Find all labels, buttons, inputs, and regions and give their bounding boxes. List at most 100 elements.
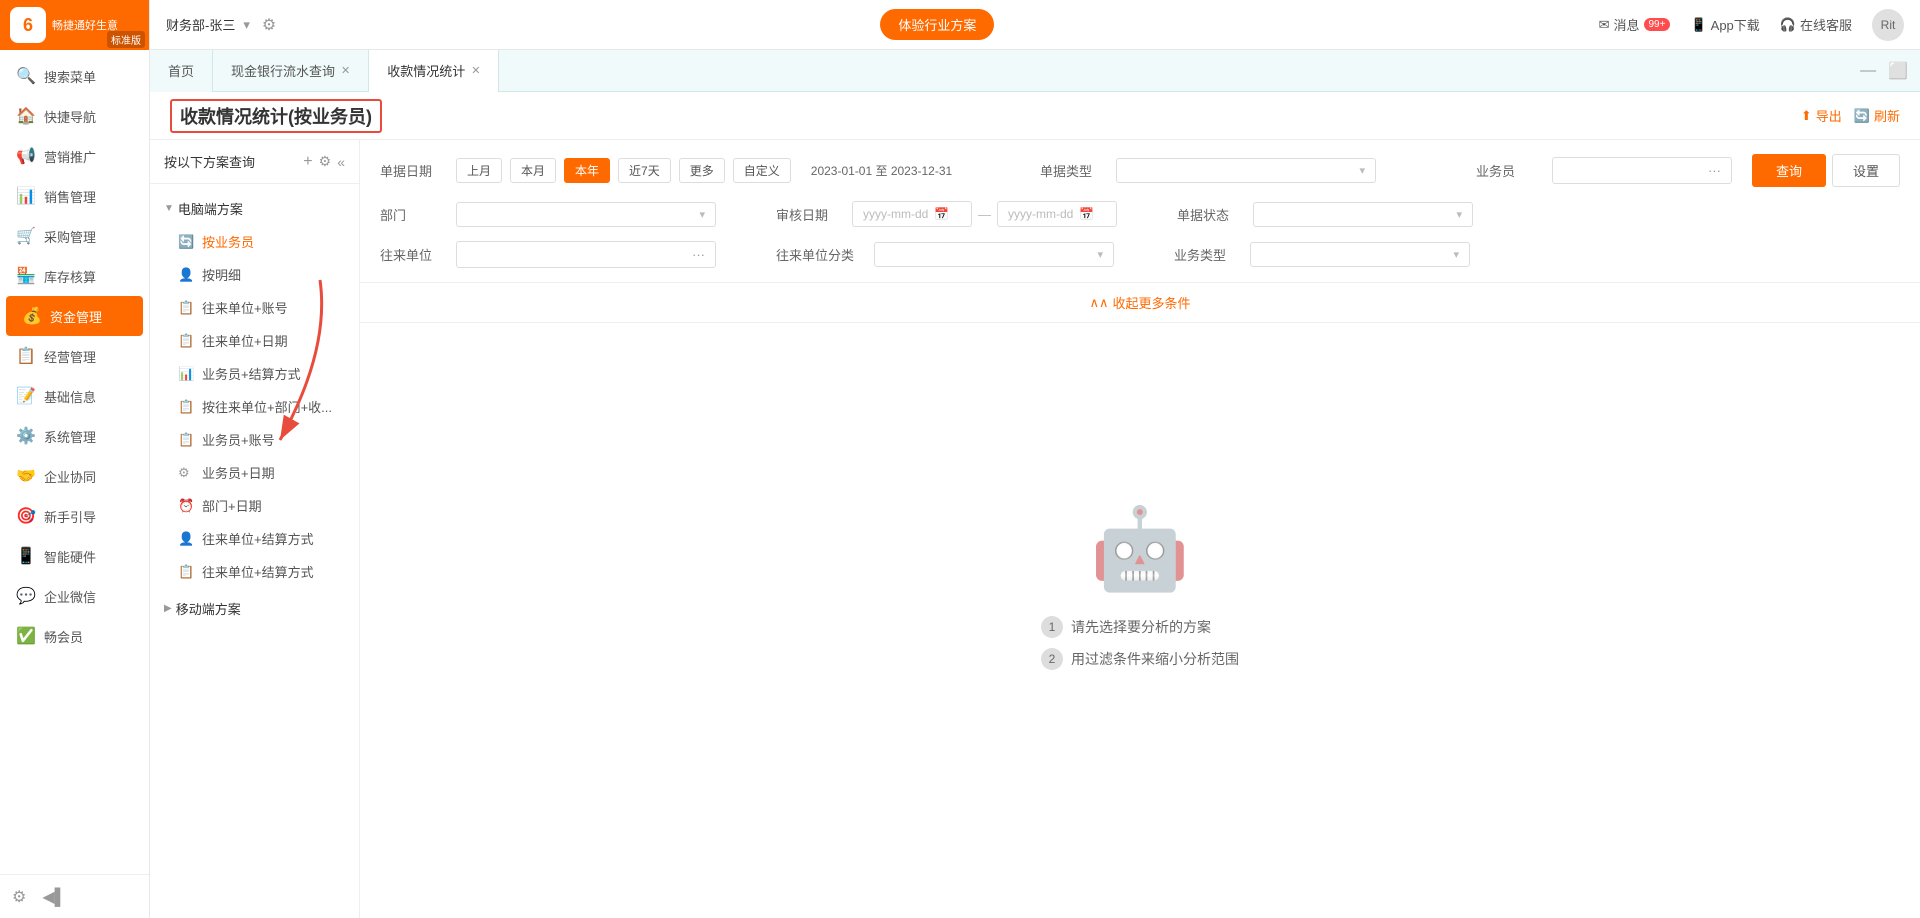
tree-item-icon-unit-account: 📋 <box>178 300 196 316</box>
tree-item-by-salesperson[interactable]: 🔄 按业务员 <box>150 225 359 258</box>
sidebar-item-member[interactable]: ✅ 畅会员 <box>0 616 149 656</box>
online-service-button[interactable]: 🎧 在线客服 <box>1780 15 1852 34</box>
salesperson-dots-icon[interactable]: ··· <box>1708 163 1721 178</box>
tree-item-by-detail[interactable]: 👤 按明细 <box>150 258 359 291</box>
bill-status-select[interactable]: ▾ <box>1253 202 1473 227</box>
tree-item-icon-sp-date: ⚙ <box>178 465 196 481</box>
review-date-end[interactable]: yyyy-mm-dd 📅 <box>997 201 1117 227</box>
bill-type-select[interactable]: ▾ <box>1116 158 1376 183</box>
tree-item-unit-account[interactable]: 📋 往来单位+账号 <box>150 291 359 324</box>
window-minimize-icon[interactable]: — <box>1860 62 1876 80</box>
add-scheme-icon[interactable]: + <box>303 153 312 171</box>
unit-select[interactable]: ··· <box>456 241 716 268</box>
date-field-label: 单据日期 <box>380 161 436 180</box>
tree-item-dept-date[interactable]: ⏰ 部门+日期 <box>150 489 359 522</box>
tree-item-label: 往来单位+日期 <box>202 331 288 350</box>
export-button[interactable]: ⬆ 导出 <box>1801 106 1842 125</box>
export-icon: ⬆ <box>1801 108 1812 124</box>
content-area: 按以下方案查询 + ⚙ « ▼ 电脑端方案 🔄 按业务员 👤 <box>150 140 1920 918</box>
sidebar-item-basic[interactable]: 📝 基础信息 <box>0 376 149 416</box>
tree-mobile[interactable]: ▶ 移动端方案 <box>150 592 359 625</box>
sidebar-item-guide[interactable]: 🎯 新手引导 <box>0 496 149 536</box>
sidebar-item-finance[interactable]: 💰 资金管理 <box>6 296 143 336</box>
panel-collapse-icon[interactable]: « <box>337 154 345 170</box>
sidebar-item-quicknav[interactable]: 🏠 快捷导航 <box>0 96 149 136</box>
tab-home[interactable]: 首页 <box>150 50 213 92</box>
page-title: 收款情况统计(按业务员) <box>170 99 382 133</box>
tab-bank-close-icon[interactable]: ✕ <box>341 64 350 77</box>
filter-settings-button[interactable]: 设置 <box>1832 154 1900 187</box>
bill-type-label: 单据类型 <box>1040 161 1096 180</box>
sidebar-item-operations[interactable]: 📋 经营管理 <box>0 336 149 376</box>
sidebar-item-hardware[interactable]: 📱 智能硬件 <box>0 536 149 576</box>
workspace-chevron-icon[interactable]: ▾ <box>243 17 250 33</box>
service-icon: 🎧 <box>1780 17 1796 33</box>
date-btn-more[interactable]: 更多 <box>679 158 725 183</box>
scheme-settings-icon[interactable]: ⚙ <box>319 153 332 170</box>
sidebar-item-purchase[interactable]: 🛒 采购管理 <box>0 216 149 256</box>
collapse-bar[interactable]: ∧∧ 收起更多条件 <box>360 283 1920 323</box>
tab-collect[interactable]: 收款情况统计 ✕ <box>369 50 499 92</box>
sidebar-settings-icon[interactable]: ⚙ <box>12 887 26 907</box>
date-btn-custom[interactable]: 自定义 <box>733 158 791 183</box>
bill-status-label: 单据状态 <box>1177 205 1233 224</box>
sidebar-item-enterprise[interactable]: 🤝 企业协同 <box>0 456 149 496</box>
sidebar-item-search[interactable]: 🔍 搜索菜单 <box>0 56 149 96</box>
sidebar-item-marketing[interactable]: 📢 营销推广 <box>0 136 149 176</box>
refresh-button[interactable]: 🔄 刷新 <box>1854 106 1900 125</box>
tree-item-label: 业务员+账号 <box>202 430 275 449</box>
message-button[interactable]: ✉ 消息 99+ <box>1599 15 1671 34</box>
tab-collect-close-icon[interactable]: ✕ <box>471 64 480 77</box>
empty-step-2: 2 用过滤条件来缩小分析范围 <box>1041 648 1239 670</box>
tab-bank[interactable]: 现金银行流水查询 ✕ <box>213 50 369 92</box>
tree-desktop[interactable]: ▼ 电脑端方案 <box>150 192 359 225</box>
tree-item-sp-date[interactable]: ⚙ 业务员+日期 <box>150 456 359 489</box>
page-header: 收款情况统计(按业务员) ⬆ 导出 🔄 刷新 <box>150 92 1920 140</box>
main-area: 财务部-张三 ▾ ⚙ 体验行业方案 ✉ 消息 99+ 📱 App下载 🎧 在线客… <box>150 0 1920 918</box>
app-download-button[interactable]: 📱 App下载 <box>1690 15 1759 34</box>
sidebar-item-inventory[interactable]: 🏪 库存核算 <box>0 256 149 296</box>
sidebar-item-sales[interactable]: 📊 销售管理 <box>0 176 149 216</box>
window-maximize-icon[interactable]: ⬜ <box>1888 61 1908 81</box>
unit-dots-icon[interactable]: ··· <box>692 247 705 262</box>
basic-icon: 📝 <box>16 386 36 406</box>
tree-item-salesperson-settle[interactable]: 📊 业务员+结算方式 <box>150 357 359 390</box>
sidebar-item-label: 搜索菜单 <box>44 67 96 86</box>
tree-item-label: 业务员+日期 <box>202 463 275 482</box>
tree-item-sp-account[interactable]: 📋 业务员+账号 <box>150 423 359 456</box>
date-btn-prev-month[interactable]: 上月 <box>456 158 502 183</box>
date-btn-7days[interactable]: 近7天 <box>618 158 671 183</box>
date-filter: 上月 本月 本年 近7天 更多 自定义 <box>456 158 791 183</box>
tree-item-icon-sp-account: 📋 <box>178 432 196 448</box>
sidebar-collapse-icon[interactable]: ◀▌ <box>42 887 66 907</box>
collapse-icon: ∧∧ <box>1089 295 1108 311</box>
sidebar-item-label: 畅会员 <box>44 627 83 646</box>
date-btn-this-month[interactable]: 本月 <box>510 158 556 183</box>
left-panel-header: 按以下方案查询 + ⚙ « <box>150 140 359 184</box>
business-type-select[interactable]: ▾ <box>1250 242 1470 267</box>
review-date-start[interactable]: yyyy-mm-dd 📅 <box>852 201 972 227</box>
user-avatar[interactable]: Rit <box>1872 9 1904 41</box>
sidebar-item-system[interactable]: ⚙️ 系统管理 <box>0 416 149 456</box>
date-btn-this-year[interactable]: 本年 <box>564 158 610 183</box>
tree-item-unit-date[interactable]: 📋 往来单位+日期 <box>150 324 359 357</box>
right-panel: 单据日期 上月 本月 本年 近7天 更多 自定义 2023-01-01 至 20… <box>360 140 1920 918</box>
dept-select[interactable]: ▾ <box>456 202 716 227</box>
marketing-icon: 📢 <box>16 146 36 166</box>
bill-type-chevron-icon: ▾ <box>1359 164 1365 177</box>
salesperson-select[interactable]: ··· <box>1552 157 1732 184</box>
tree-item-unit-dept-collect[interactable]: 📋 按往来单位+部门+收... <box>150 390 359 423</box>
tree-item-unit-settle2[interactable]: 📋 往来单位+结算方式 <box>150 555 359 588</box>
tree-section: ▼ 电脑端方案 🔄 按业务员 👤 按明细 📋 往来单位+账号 📋 往 <box>150 184 359 633</box>
trial-button[interactable]: 体验行业方案 <box>880 9 994 40</box>
tree-mobile-expand-icon: ▶ <box>164 603 172 614</box>
empty-state: 🤖 1 请先选择要分析的方案 2 用过滤条件来缩小分析范围 <box>360 323 1920 918</box>
query-button[interactable]: 查询 <box>1752 154 1826 187</box>
sidebar-item-label: 智能硬件 <box>44 547 96 566</box>
tree-item-icon-unit-settle1: 👤 <box>178 531 196 547</box>
unit-category-select[interactable]: ▾ <box>874 242 1114 267</box>
sidebar-item-wechat[interactable]: 💬 企业微信 <box>0 576 149 616</box>
refresh-icon: 🔄 <box>1854 108 1870 124</box>
tree-item-unit-settle1[interactable]: 👤 往来单位+结算方式 <box>150 522 359 555</box>
header-gear-icon[interactable]: ⚙ <box>262 15 276 35</box>
